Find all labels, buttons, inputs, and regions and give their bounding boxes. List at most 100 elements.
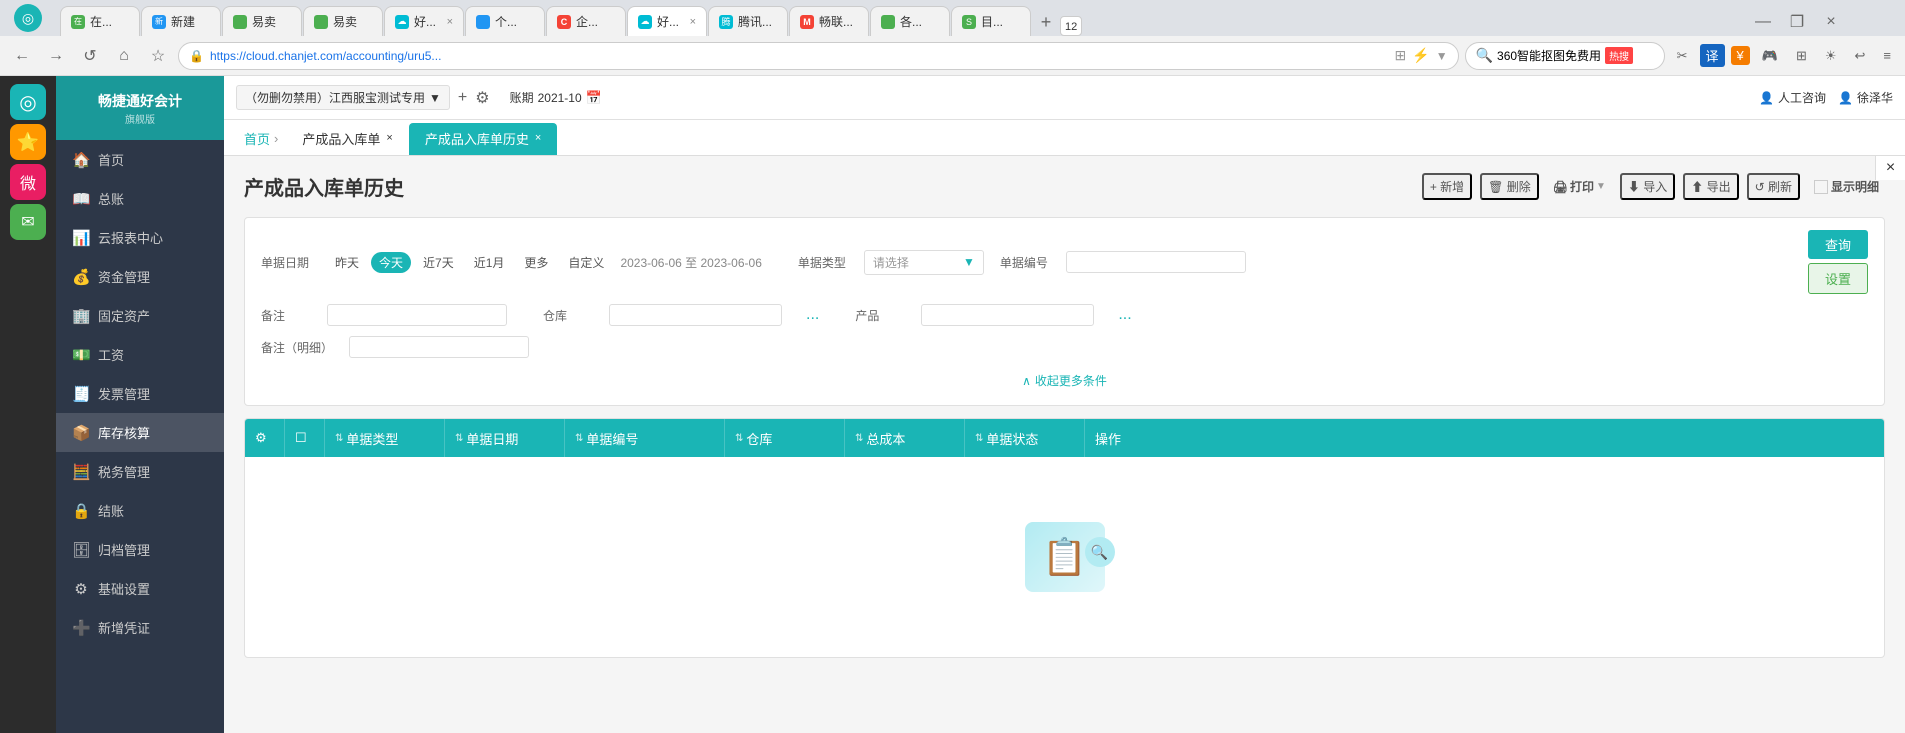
add-company-button[interactable]: + <box>458 89 467 107</box>
warehouse-filter-input[interactable] <box>609 304 782 326</box>
page-tab-history-close[interactable]: × <box>535 132 541 144</box>
brightness-button[interactable]: ☀ <box>1819 46 1843 66</box>
sidebar-item-home[interactable]: 🏠 首页 <box>56 140 224 179</box>
print-dropdown-icon[interactable]: ▼ <box>1596 181 1606 192</box>
coin-button[interactable]: ¥ <box>1731 46 1750 65</box>
date-btn-more[interactable]: 更多 <box>516 252 556 273</box>
tab-11[interactable]: 各... <box>870 6 950 36</box>
app-icon-main[interactable]: ◎ <box>10 84 46 120</box>
user-menu[interactable]: 👤 徐泽华 <box>1838 89 1893 106</box>
sidebar-item-payroll[interactable]: 💵 工资 <box>56 335 224 374</box>
th-number[interactable]: ⇅ 单据编号 <box>565 419 725 457</box>
refresh-content-button[interactable]: ↺ 刷新 <box>1747 173 1800 200</box>
sidebar-item-settings[interactable]: ⚙ 基础设置 <box>56 569 224 608</box>
menu-button[interactable]: ≡ <box>1877 46 1897 65</box>
scissors-button[interactable]: ✂ <box>1671 46 1694 66</box>
layout-button[interactable]: ⊞ <box>1790 46 1813 66</box>
tab-2[interactable]: 新 新建 <box>141 6 221 36</box>
export-button[interactable]: ⬆ 导出 <box>1683 173 1738 200</box>
tab-12[interactable]: S 目... <box>951 6 1031 36</box>
address-bar[interactable]: 🔒 https://cloud.chanjet.com/accounting/u… <box>178 42 1459 70</box>
sidebar-item-newvoucher[interactable]: ➕ 新增凭证 <box>56 608 224 647</box>
th-warehouse[interactable]: ⇅ 仓库 <box>725 419 845 457</box>
app-icon-star[interactable]: ⭐ <box>10 124 46 160</box>
game-button[interactable]: 🎮 <box>1756 46 1784 66</box>
th-type[interactable]: ⇅ 单据类型 <box>325 419 445 457</box>
show-detail-toggle[interactable]: 显示明细 <box>1808 175 1885 198</box>
sidebar-item-ledger[interactable]: 📖 总账 <box>56 179 224 218</box>
detail-remark-input[interactable] <box>349 336 529 358</box>
breadcrumb-home[interactable]: 首页 <box>244 129 270 148</box>
import-button[interactable]: ⬇ 导入 <box>1620 173 1675 200</box>
add-button[interactable]: + 新增 <box>1422 173 1472 200</box>
tab-6[interactable]: 个... <box>465 6 545 36</box>
th-date[interactable]: ⇅ 单据日期 <box>445 419 565 457</box>
new-tab-button[interactable]: + <box>1032 8 1060 36</box>
date-btn-7days[interactable]: 近7天 <box>415 252 462 273</box>
service-button[interactable]: 👤 人工咨询 <box>1759 89 1826 106</box>
tab-8-close[interactable]: × <box>690 16 696 28</box>
collapse-more-button[interactable]: ∧ 收起更多条件 <box>261 368 1868 393</box>
page-tab-list-close[interactable]: × <box>386 132 392 144</box>
date-btn-1month[interactable]: 近1月 <box>466 252 513 273</box>
close-browser-button[interactable]: × <box>1817 8 1845 36</box>
home-button[interactable]: ⌂ <box>110 42 138 70</box>
sidebar-item-report[interactable]: 📊 云报表中心 <box>56 218 224 257</box>
number-filter-input[interactable] <box>1066 251 1246 273</box>
type-filter-select[interactable]: 请选择 ▼ <box>864 250 984 275</box>
date-btn-yesterday[interactable]: 昨天 <box>327 252 367 273</box>
sidebar-item-fixed[interactable]: 🏢 固定资产 <box>56 296 224 335</box>
th-gear[interactable]: ⚙ <box>245 419 285 457</box>
tab-5-close[interactable]: × <box>447 16 453 28</box>
th-check[interactable]: ☐ <box>285 419 325 457</box>
sidebar-item-tax[interactable]: 🧮 税务管理 <box>56 452 224 491</box>
minimize-button[interactable]: — <box>1749 8 1777 36</box>
app-icon-social[interactable]: 微 <box>10 164 46 200</box>
remark-filter-input[interactable] <box>327 304 507 326</box>
product-more-button[interactable]: ... <box>1118 306 1131 324</box>
tab-3[interactable]: 易卖 <box>222 6 302 36</box>
tab-7[interactable]: C 企... <box>546 6 626 36</box>
translate-button[interactable]: 译 <box>1700 44 1725 67</box>
sidebar-item-invoice[interactable]: 🧾 发票管理 <box>56 374 224 413</box>
page-tab-list[interactable]: 产成品入库单 × <box>286 123 408 155</box>
period-selector[interactable]: 账期 2021-10 📅 <box>510 89 602 106</box>
th-cost[interactable]: ⇅ 总成本 <box>845 419 965 457</box>
refresh-button[interactable]: ↺ <box>76 42 104 70</box>
tab-5[interactable]: ☁ 好... × <box>384 6 464 36</box>
panel-close-button[interactable]: × <box>1875 156 1905 180</box>
forward-button[interactable]: → <box>42 42 70 70</box>
th-status[interactable]: ⇅ 单据状态 <box>965 419 1085 457</box>
date-btn-today[interactable]: 今天 <box>371 252 411 273</box>
query-button[interactable]: 查询 <box>1808 230 1868 259</box>
sidebar-item-checkout[interactable]: 🔒 结账 <box>56 491 224 530</box>
settings-filter-button[interactable]: 设置 <box>1808 263 1868 294</box>
bookmark-button[interactable]: ☆ <box>144 42 172 70</box>
print-button-group[interactable]: 🖨 打印 ▼ <box>1547 175 1612 198</box>
back-button[interactable]: ← <box>8 42 36 70</box>
page-tab-breadcrumb: 首页 › <box>236 123 286 155</box>
tab-9[interactable]: 腾 腾讯... <box>708 6 788 36</box>
sidebar-item-archive[interactable]: 🗄 归档管理 <box>56 530 224 569</box>
page-tab-history[interactable]: 产成品入库单历史 × <box>409 123 557 155</box>
sidebar-item-inventory[interactable]: 📦 库存核算 <box>56 413 224 452</box>
service-icon: 👤 <box>1759 91 1774 105</box>
tab-count-badge[interactable]: 12 <box>1060 16 1082 36</box>
product-filter-input[interactable] <box>921 304 1094 326</box>
date-btn-custom[interactable]: 自定义 <box>560 252 612 273</box>
search-box[interactable]: 🔍 360智能抠图免费用 热搜 <box>1465 42 1665 70</box>
app-icon-mail[interactable]: ✉ <box>10 204 46 240</box>
company-selector[interactable]: （勿删勿禁用）江西服宝测试专用 ▼ <box>236 85 450 110</box>
maximize-button[interactable]: ❐ <box>1783 8 1811 36</box>
delete-button[interactable]: 🗑 删除 <box>1480 173 1539 200</box>
company-settings-button[interactable]: ⚙ <box>475 88 489 108</box>
undo-button[interactable]: ↩ <box>1849 46 1872 66</box>
filter-row-detail: 备注（明细） <box>261 336 1868 358</box>
sidebar-item-funds[interactable]: 💰 资金管理 <box>56 257 224 296</box>
address-dropdown-icon[interactable]: ▼ <box>1436 49 1448 63</box>
tab-1[interactable]: 在 在... <box>60 6 140 36</box>
tab-8[interactable]: ☁ 好... × <box>627 6 707 36</box>
tab-10[interactable]: M 畅联... <box>789 6 869 36</box>
tab-4[interactable]: 易卖 <box>303 6 383 36</box>
warehouse-more-button[interactable]: ... <box>806 306 819 324</box>
